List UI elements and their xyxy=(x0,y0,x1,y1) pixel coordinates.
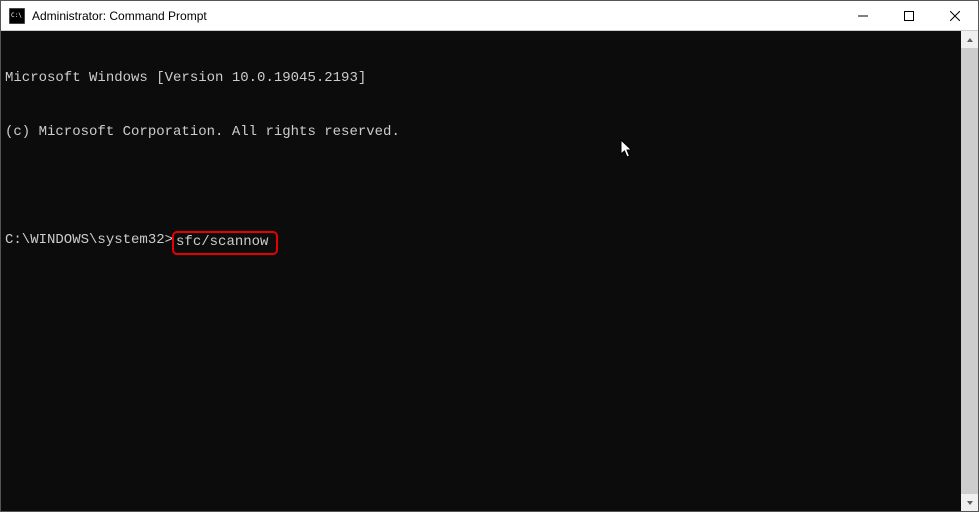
scrollbar-track[interactable] xyxy=(961,48,978,494)
command-highlight: sfc/scannow xyxy=(172,231,278,255)
command-text: sfc/scannow xyxy=(176,234,268,250)
window-controls xyxy=(840,1,978,30)
vertical-scrollbar[interactable] xyxy=(961,31,978,511)
titlebar[interactable]: C:\ Administrator: Command Prompt xyxy=(1,1,978,31)
terminal-line: Microsoft Windows [Version 10.0.19045.21… xyxy=(5,69,957,87)
terminal-line: (c) Microsoft Corporation. All rights re… xyxy=(5,123,957,141)
window-title: Administrator: Command Prompt xyxy=(32,9,840,23)
scrollbar-down-arrow[interactable] xyxy=(961,494,978,511)
scrollbar-thumb[interactable] xyxy=(961,48,978,494)
terminal-blank-line xyxy=(5,177,957,195)
terminal[interactable]: Microsoft Windows [Version 10.0.19045.21… xyxy=(1,31,961,511)
prompt-line: C:\WINDOWS\system32>sfc/scannow xyxy=(5,231,957,255)
maximize-button[interactable] xyxy=(886,1,932,30)
minimize-button[interactable] xyxy=(840,1,886,30)
close-button[interactable] xyxy=(932,1,978,30)
content-area: Microsoft Windows [Version 10.0.19045.21… xyxy=(1,31,978,511)
scrollbar-up-arrow[interactable] xyxy=(961,31,978,48)
svg-text:C:\: C:\ xyxy=(11,12,22,19)
command-prompt-window: C:\ Administrator: Command Prompt Micros… xyxy=(0,0,979,512)
prompt-text: C:\WINDOWS\system32> xyxy=(5,231,173,249)
cmd-icon: C:\ xyxy=(9,8,25,24)
